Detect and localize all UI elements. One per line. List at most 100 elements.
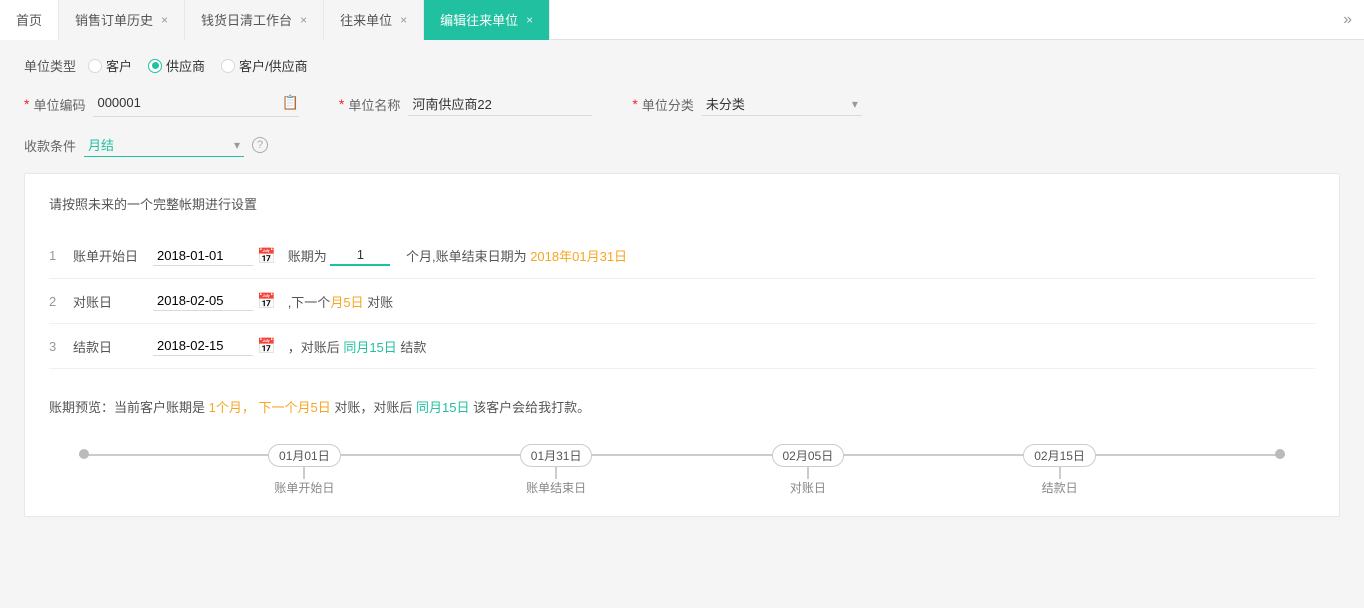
row-num-2: 2 bbox=[49, 294, 73, 309]
reconcile-date-input[interactable] bbox=[153, 291, 253, 311]
timeline-right-cap bbox=[1275, 444, 1285, 496]
timeline-container: 01月01日 账单开始日 01月31日 账单结束日 02月05日 对账日 bbox=[49, 444, 1315, 496]
radio-both-circle bbox=[221, 59, 235, 73]
timeline-badge-4: 02月15日 bbox=[1023, 444, 1096, 467]
preview-same-day-highlight: 同月15日 bbox=[416, 400, 469, 415]
row-num-1: 1 bbox=[49, 248, 73, 263]
payment-date-input[interactable] bbox=[153, 336, 253, 356]
timeline-left-cap bbox=[79, 444, 89, 496]
unit-category-arrow-icon: ▾ bbox=[852, 97, 858, 111]
preview-months-highlight: 1个月， bbox=[209, 400, 255, 415]
row-num-3: 3 bbox=[49, 339, 73, 354]
unit-code-copy-icon[interactable]: 📋 bbox=[281, 94, 298, 111]
timeline-badge-3: 02月05日 bbox=[772, 444, 845, 467]
end-date-highlight: 2018年01月31日 bbox=[530, 249, 627, 264]
unit-type-group: 单位类型 客户 供应商 客户/供应商 bbox=[24, 56, 308, 75]
timeline-connector-2 bbox=[555, 467, 557, 479]
unit-name-label: 单位名称 bbox=[348, 95, 400, 114]
required-star-code: * bbox=[24, 96, 29, 112]
period-suffix: 个月,账单结束日期为 2018年01月31日 bbox=[402, 246, 627, 265]
timeline-node-1: 01月01日 账单开始日 bbox=[268, 444, 341, 496]
tab-close-cash[interactable]: × bbox=[300, 13, 307, 27]
row-label-start: 账单开始日 bbox=[73, 246, 153, 265]
start-date-input-wrap: 📅 bbox=[153, 246, 276, 266]
timeline-label-2: 账单结束日 bbox=[526, 479, 586, 496]
unit-name-group: * 单位名称 bbox=[339, 92, 592, 116]
start-date-input[interactable] bbox=[153, 246, 253, 266]
payment-condition-help-icon[interactable]: ? bbox=[252, 137, 268, 153]
unit-type-radio-group: 客户 供应商 客户/供应商 bbox=[88, 56, 308, 75]
reconcile-next-highlight: 月5日 bbox=[330, 295, 363, 310]
payment-date-input-wrap: 📅 bbox=[153, 336, 276, 356]
timeline-node-4: 02月15日 结款日 bbox=[1023, 444, 1096, 496]
payment-condition-row: 收款条件 月结 ▾ ? bbox=[24, 133, 1340, 157]
timeline-items: 01月01日 账单开始日 01月31日 账单结束日 02月05日 对账日 bbox=[79, 444, 1285, 496]
payment-date-cal-icon[interactable]: 📅 bbox=[257, 337, 276, 355]
unit-category-group: * 单位分类 未分类 ▾ bbox=[632, 92, 861, 116]
period-months-input[interactable] bbox=[330, 245, 390, 266]
tab-close-sales[interactable]: × bbox=[161, 13, 168, 27]
unit-info-row: * 单位编码 📋 * 单位名称 * 单位分类 未分类 ▾ bbox=[24, 91, 1340, 117]
payment-desc: ，对账后 同月15日 结款 bbox=[288, 337, 427, 356]
radio-supplier-circle bbox=[148, 59, 162, 73]
unit-category-select[interactable]: 未分类 ▾ bbox=[702, 92, 862, 116]
tab-expand-button[interactable]: » bbox=[1331, 11, 1364, 29]
reconcile-date-cal-icon[interactable]: 📅 bbox=[257, 292, 276, 310]
radio-customer[interactable]: 客户 bbox=[88, 56, 132, 75]
timeline-left-dot bbox=[79, 449, 89, 459]
unit-name-input[interactable] bbox=[408, 92, 592, 116]
tab-close-counterpart[interactable]: × bbox=[400, 13, 407, 27]
preview-next-day-highlight: 下一个月5日 bbox=[259, 400, 331, 415]
tab-close-edit-counterpart[interactable]: × bbox=[526, 13, 533, 27]
timeline-connector-1 bbox=[303, 467, 305, 479]
unit-type-row: 单位类型 客户 供应商 客户/供应商 bbox=[24, 56, 1340, 75]
timeline-label-1: 账单开始日 bbox=[274, 479, 334, 496]
timeline-badge-2: 01月31日 bbox=[520, 444, 593, 467]
main-content: 单位类型 客户 供应商 客户/供应商 * 单位编码 bbox=[0, 40, 1364, 608]
timeline-node-3: 02月05日 对账日 bbox=[772, 444, 845, 496]
timeline-connector-4 bbox=[1059, 467, 1061, 479]
date-row-3: 3 结款日 📅 ，对账后 同月15日 结款 bbox=[49, 324, 1315, 369]
unit-code-group: * 单位编码 📋 bbox=[24, 91, 299, 117]
required-star-category: * bbox=[632, 96, 637, 112]
unit-code-input[interactable] bbox=[93, 91, 277, 114]
unit-category-value: 未分类 bbox=[706, 94, 848, 113]
period-preview: 账期预览：当前客户账期是 1个月， 下一个月5日 对账，对账后 同月15日 该客… bbox=[49, 385, 1315, 416]
start-date-cal-icon[interactable]: 📅 bbox=[257, 247, 276, 265]
unit-code-input-wrap: 📋 bbox=[93, 91, 298, 117]
radio-supplier[interactable]: 供应商 bbox=[148, 56, 205, 75]
reconcile-date-input-wrap: 📅 bbox=[153, 291, 276, 311]
row-label-reconcile: 对账日 bbox=[73, 292, 153, 311]
timeline-right-dot bbox=[1275, 449, 1285, 459]
payment-condition-value: 月结 bbox=[88, 135, 230, 154]
unit-code-label: 单位编码 bbox=[33, 95, 85, 114]
tab-home[interactable]: 首页 bbox=[0, 0, 59, 40]
timeline-connector-3 bbox=[807, 467, 809, 479]
tab-sales-order-history[interactable]: 销售订单历史 × bbox=[59, 0, 185, 40]
timeline-label-4: 结款日 bbox=[1042, 479, 1078, 496]
timeline-node-2: 01月31日 账单结束日 bbox=[520, 444, 593, 496]
payment-condition-label: 收款条件 bbox=[24, 136, 76, 155]
row-label-payment: 结款日 bbox=[73, 337, 153, 356]
period-settings-card: 请按照未来的一个完整帐期进行设置 1 账单开始日 📅 账期为 个月,账单结束日期… bbox=[24, 173, 1340, 517]
tab-edit-counterpart[interactable]: 编辑往来单位 × bbox=[424, 0, 550, 40]
tab-bar: 首页 销售订单历史 × 钱货日清工作台 × 往来单位 × 编辑往来单位 × » bbox=[0, 0, 1364, 40]
tab-cash-work[interactable]: 钱货日清工作台 × bbox=[185, 0, 324, 40]
tab-counterpart[interactable]: 往来单位 × bbox=[324, 0, 424, 40]
required-star-name: * bbox=[339, 96, 344, 112]
date-row-2: 2 对账日 📅 ,下一个月5日 对账 bbox=[49, 279, 1315, 324]
reconcile-desc: ,下一个月5日 对账 bbox=[288, 292, 393, 311]
unit-category-label: 单位分类 bbox=[642, 95, 694, 114]
timeline-badge-1: 01月01日 bbox=[268, 444, 341, 467]
payment-same-month-highlight: 同月15日 bbox=[343, 340, 396, 355]
payment-condition-wrap: 月结 ▾ ? bbox=[84, 133, 268, 157]
payment-condition-arrow-icon: ▾ bbox=[234, 138, 240, 152]
radio-both[interactable]: 客户/供应商 bbox=[221, 56, 308, 75]
date-row-1: 1 账单开始日 📅 账期为 个月,账单结束日期为 2018年01月31日 bbox=[49, 233, 1315, 279]
unit-type-label: 单位类型 bbox=[24, 56, 76, 75]
timeline-label-3: 对账日 bbox=[790, 479, 826, 496]
radio-customer-circle bbox=[88, 59, 102, 73]
period-label: 账期为 bbox=[288, 246, 331, 265]
payment-condition-select[interactable]: 月结 ▾ bbox=[84, 133, 244, 157]
card-description: 请按照未来的一个完整帐期进行设置 bbox=[49, 194, 1315, 213]
